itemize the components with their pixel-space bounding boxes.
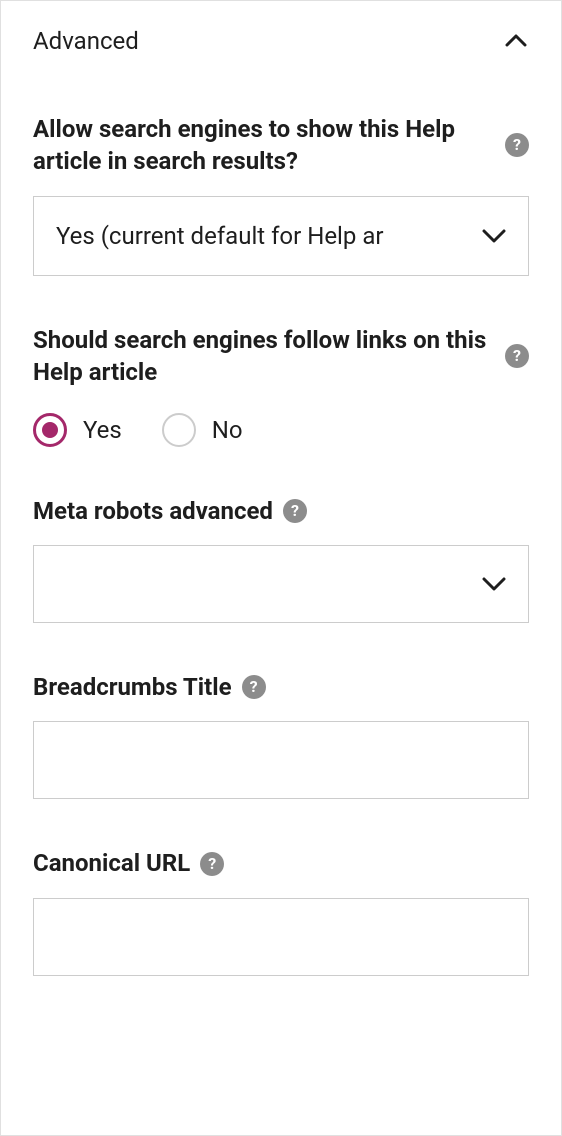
chevron-down-icon [482,229,506,243]
canonical-input[interactable] [33,898,529,976]
follow-links-radios: Yes No [33,413,529,447]
meta-robots-label-row: Meta robots advanced ? [33,495,529,527]
allow-search-selected: Yes (current default for Help ar [56,222,384,250]
radio-circle-selected [33,413,67,447]
radio-no-label: No [212,416,243,444]
help-icon[interactable]: ? [283,499,307,523]
panel-title: Advanced [33,27,139,55]
radio-dot [42,422,58,438]
breadcrumbs-label-row: Breadcrumbs Title ? [33,671,529,703]
advanced-panel: Advanced Allow search engines to show th… [1,1,561,1016]
panel-header[interactable]: Advanced [1,1,561,73]
breadcrumbs-label: Breadcrumbs Title [33,671,232,703]
follow-links-group: Should search engines follow links on th… [33,324,529,447]
help-icon[interactable]: ? [505,133,529,157]
help-icon[interactable]: ? [200,852,224,876]
allow-search-label-row: Allow search engines to show this Help a… [33,113,529,178]
radio-yes[interactable]: Yes [33,413,122,447]
allow-search-label: Allow search engines to show this Help a… [33,113,493,178]
help-icon[interactable]: ? [505,344,529,368]
radio-no[interactable]: No [162,413,243,447]
meta-robots-select[interactable] [33,545,529,623]
follow-links-label-row: Should search engines follow links on th… [33,324,529,389]
radio-circle [162,413,196,447]
breadcrumbs-input[interactable] [33,721,529,799]
panel-body: Allow search engines to show this Help a… [1,73,561,1016]
radio-yes-label: Yes [83,416,122,444]
allow-search-group: Allow search engines to show this Help a… [33,113,529,276]
canonical-label: Canonical URL [33,847,190,879]
allow-search-select[interactable]: Yes (current default for Help ar [33,196,529,276]
help-icon[interactable]: ? [242,675,266,699]
follow-links-label: Should search engines follow links on th… [33,324,493,389]
canonical-group: Canonical URL ? [33,847,529,975]
breadcrumbs-group: Breadcrumbs Title ? [33,671,529,799]
canonical-label-row: Canonical URL ? [33,847,529,879]
meta-robots-group: Meta robots advanced ? [33,495,529,623]
chevron-down-icon [482,577,506,591]
chevron-up-icon[interactable] [503,28,529,54]
meta-robots-label: Meta robots advanced [33,495,273,527]
